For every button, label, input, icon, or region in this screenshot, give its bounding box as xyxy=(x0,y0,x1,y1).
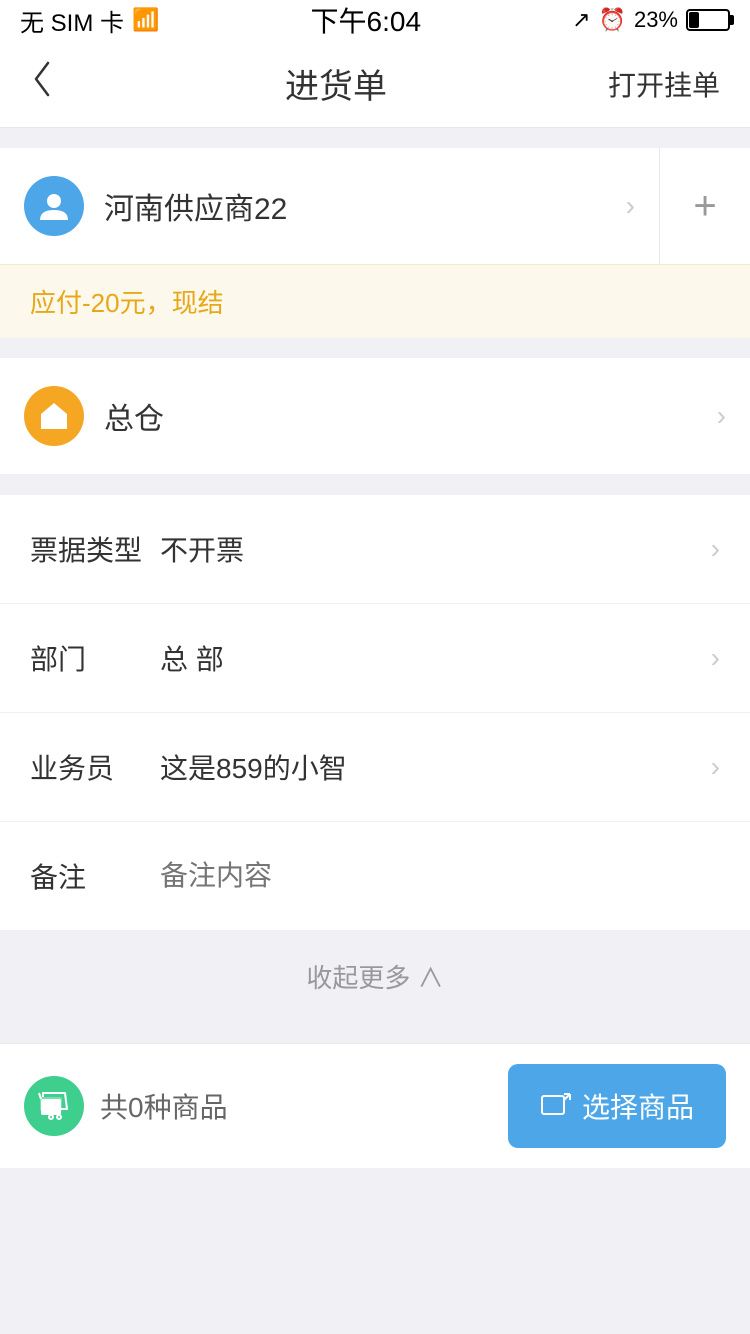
department-label: 部门 xyxy=(30,638,150,678)
nav-bar: 进货单 打开挂单 xyxy=(0,40,750,128)
page-title: 进货单 xyxy=(285,59,387,108)
warehouse-name: 总仓 xyxy=(104,394,701,438)
chevron-right-icon: › xyxy=(717,400,726,432)
battery-percent: 23% xyxy=(634,7,678,33)
status-time: 下午6:04 xyxy=(311,0,422,40)
salesperson-label: 业务员 xyxy=(30,747,150,787)
supplier-name: 河南供应商22 xyxy=(104,184,610,228)
select-product-button[interactable]: 选择商品 xyxy=(508,1064,726,1148)
warehouse-icon xyxy=(24,386,84,446)
alert-banner: 应付-20元，现结 xyxy=(0,264,750,338)
supplier-add-button[interactable]: + xyxy=(660,148,750,264)
select-product-label: 选择商品 xyxy=(582,1086,694,1126)
product-count-text: 共0种商品 xyxy=(100,1086,508,1126)
alert-text: 应付-20元，现结 xyxy=(30,288,224,318)
battery-icon xyxy=(686,9,730,31)
open-pending-button[interactable]: 打开挂单 xyxy=(608,64,720,104)
remark-input[interactable] xyxy=(150,860,720,892)
home-icon xyxy=(37,399,71,433)
invoice-type-label: 票据类型 xyxy=(30,529,150,569)
supplier-selector[interactable]: 河南供应商22 › xyxy=(0,148,660,264)
invoice-type-value: 不开票 xyxy=(150,529,695,569)
salesperson-value: 这是859的小智 xyxy=(150,747,695,787)
bottom-bar: 共0种商品 选择商品 xyxy=(0,1043,750,1168)
alarm-icon: ⏰ xyxy=(599,7,626,33)
salesperson-row[interactable]: 业务员 这是859的小智 › xyxy=(0,713,750,822)
form-section: 票据类型 不开票 › 部门 总 部 › 业务员 这是859的小智 › 备注 xyxy=(0,495,750,930)
back-button[interactable] xyxy=(30,49,64,118)
supplier-avatar xyxy=(24,176,84,236)
collapse-toggle[interactable]: 收起更多 ∧ xyxy=(0,930,750,1023)
department-value: 总 部 xyxy=(150,638,695,678)
supplier-section: 河南供应商22 › + xyxy=(0,148,750,264)
invoice-type-row[interactable]: 票据类型 不开票 › xyxy=(0,495,750,604)
status-right: ↗ ⏰ 23% xyxy=(572,7,730,33)
chevron-right-icon: › xyxy=(711,751,720,783)
chevron-right-icon: › xyxy=(711,533,720,565)
person-icon xyxy=(36,188,72,224)
cart-icon xyxy=(37,1089,71,1123)
status-bar: 无 SIM 卡 📶 下午6:04 ↗ ⏰ 23% xyxy=(0,0,750,40)
select-product-icon xyxy=(540,1090,572,1122)
remark-row[interactable]: 备注 xyxy=(0,822,750,930)
chevron-right-icon: › xyxy=(711,642,720,674)
chevron-right-icon: › xyxy=(626,190,635,222)
department-row[interactable]: 部门 总 部 › xyxy=(0,604,750,713)
status-carrier: 无 SIM 卡 📶 xyxy=(20,3,159,38)
warehouse-selector[interactable]: 总仓 › xyxy=(0,358,750,475)
wifi-icon: 📶 xyxy=(132,7,159,33)
section-gap-1 xyxy=(0,128,750,148)
location-icon: ↗ xyxy=(572,7,590,33)
carrier-text: 无 SIM 卡 xyxy=(20,3,124,38)
remark-label: 备注 xyxy=(30,856,150,896)
product-count-icon xyxy=(24,1076,84,1136)
